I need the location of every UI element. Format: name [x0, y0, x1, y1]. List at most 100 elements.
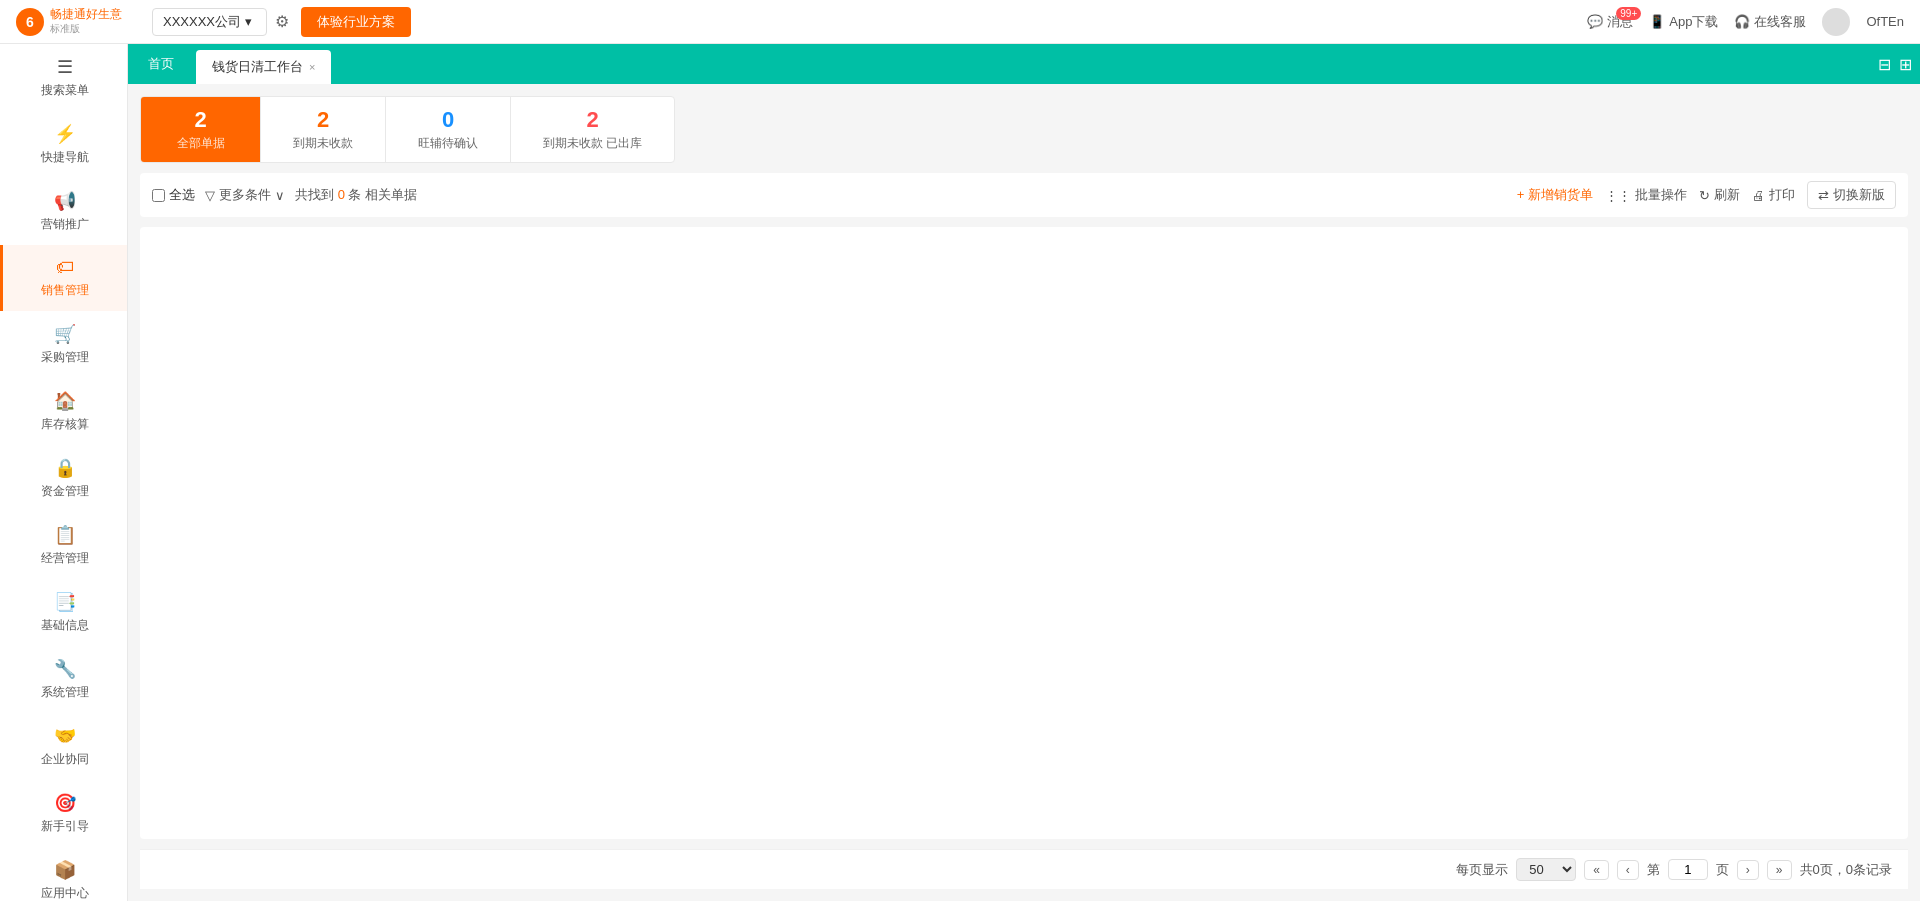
main-layout: ☰ 搜索菜单 ⚡ 快捷导航 📢 营销推广 🏷 销售管理 🛒 采购管理 🏠 库存核…: [0, 44, 1920, 901]
main-content: 首页 钱货日清工作台 × ⊟ ⊞ 2 全部单据 2 到期未收款 0 旺辅待确认 …: [128, 44, 1920, 901]
sidebar-item-cooperation[interactable]: 🤝 企业协同: [0, 713, 127, 780]
page-label: 第: [1647, 861, 1660, 879]
stats-tabs: 2 全部单据 2 到期未收款 0 旺辅待确认 2 到期未收款 已出库: [140, 96, 675, 163]
online-service-button[interactable]: 🎧 在线客服: [1734, 13, 1806, 31]
app-download-label: App下载: [1669, 13, 1718, 31]
app-version: 标准版: [50, 22, 122, 36]
select-all-checkbox[interactable]: 全选: [152, 186, 195, 204]
stats-num-0: 2: [194, 107, 206, 133]
add-sales-order-button[interactable]: + 新增销货单: [1517, 186, 1593, 204]
tab-label: 钱货日清工作台: [212, 58, 303, 76]
pagination: 每页显示 50 100 200 « ‹ 第 页 › » 共0页，0条记录: [140, 849, 1908, 889]
app-download-button[interactable]: 📱 App下载: [1649, 13, 1718, 31]
stats-label-2: 旺辅待确认: [418, 135, 478, 152]
app-center-icon: 📦: [54, 859, 76, 881]
messages-button[interactable]: 💬 消息 99+: [1587, 13, 1633, 31]
toolbar: 全选 ▽ 更多条件 ∨ 共找到 0 条 相关单据 + 新增销货单: [140, 173, 1908, 217]
stats-tab-1[interactable]: 2 到期未收款: [261, 97, 386, 162]
stats-tab-0[interactable]: 2 全部单据: [141, 97, 261, 162]
count-unit: 条: [348, 187, 361, 202]
username: OfTEn: [1866, 14, 1904, 29]
filter-label: 更多条件: [219, 186, 271, 204]
sidebar-item-basic-info[interactable]: 📑 基础信息: [0, 579, 127, 646]
top-bar: 6 畅捷通好生意 标准版 XXXXXX公司 ▾ ⚙ 体验行业方案 💬 消息 99…: [0, 0, 1920, 44]
sidebar-item-purchase[interactable]: 🛒 采购管理: [0, 311, 127, 378]
sidebar-item-label: 基础信息: [41, 617, 89, 634]
page-number-input[interactable]: [1668, 859, 1708, 880]
per-page-select[interactable]: 50 100 200: [1516, 858, 1576, 881]
finance-icon: 🔒: [54, 457, 76, 479]
page-content: 2 全部单据 2 到期未收款 0 旺辅待确认 2 到期未收款 已出库 全选 ▽ …: [128, 84, 1920, 901]
count-text: 共找到 0 条 相关单据: [295, 186, 417, 204]
active-tab[interactable]: 钱货日清工作台 ×: [196, 50, 331, 84]
sidebar-item-app-center[interactable]: 📦 应用中心: [0, 847, 127, 901]
sidebar-item-label: 系统管理: [41, 684, 89, 701]
table-area: [140, 227, 1908, 839]
service-icon: 🎧: [1734, 14, 1750, 29]
sidebar-item-label: 营销推广: [41, 216, 89, 233]
sidebar-item-inventory[interactable]: 🏠 库存核算: [0, 378, 127, 445]
chevron-down-icon: ▾: [245, 14, 252, 29]
per-page-label: 每页显示: [1456, 861, 1508, 879]
online-service-label: 在线客服: [1754, 13, 1806, 31]
switch-label: 切换新版: [1833, 186, 1885, 204]
filter-icon: ▽: [205, 188, 215, 203]
select-all-input[interactable]: [152, 189, 165, 202]
next-page-button[interactable]: ›: [1737, 860, 1759, 880]
system-icon: 🔧: [54, 658, 76, 680]
sales-icon: 🏷: [56, 257, 74, 278]
batch-operation-button[interactable]: ⋮⋮ 批量操作: [1605, 186, 1687, 204]
prev-page-button[interactable]: ‹: [1617, 860, 1639, 880]
refresh-button[interactable]: ↻ 刷新: [1699, 186, 1740, 204]
sidebar-item-sales[interactable]: 🏷 销售管理: [0, 245, 127, 311]
company-selector[interactable]: XXXXXX公司 ▾: [152, 8, 267, 36]
sidebar-item-system[interactable]: 🔧 系统管理: [0, 646, 127, 713]
sidebar-item-operations[interactable]: 📋 经营管理: [0, 512, 127, 579]
last-page-button[interactable]: »: [1767, 860, 1792, 880]
stats-num-2: 0: [442, 107, 454, 133]
total-records: 共0页，0条记录: [1800, 861, 1892, 879]
sidebar-item-finance[interactable]: 🔒 资金管理: [0, 445, 127, 512]
print-button[interactable]: 🖨 打印: [1752, 186, 1795, 204]
avatar[interactable]: [1822, 8, 1850, 36]
messages-badge: 99+: [1616, 7, 1641, 20]
purchase-icon: 🛒: [54, 323, 76, 345]
marketing-icon: 📢: [54, 190, 76, 212]
batch-label: 批量操作: [1635, 186, 1687, 204]
tab-bar: 首页 钱货日清工作台 × ⊟ ⊞: [128, 44, 1920, 84]
guide-icon: 🎯: [54, 792, 76, 814]
settings-button[interactable]: ⚙: [275, 12, 289, 31]
download-icon: 📱: [1649, 14, 1665, 29]
stats-num-3: 2: [587, 107, 599, 133]
switch-version-button[interactable]: ⇄ 切换新版: [1807, 181, 1896, 209]
app-name: 畅捷通好生意: [50, 7, 122, 23]
top-right-actions: 💬 消息 99+ 📱 App下载 🎧 在线客服 OfTEn: [1587, 8, 1904, 36]
stats-num-1: 2: [317, 107, 329, 133]
sidebar-item-label: 搜索菜单: [41, 82, 89, 99]
search-menu-icon: ☰: [57, 56, 73, 78]
trial-button[interactable]: 体验行业方案: [301, 7, 411, 37]
sidebar-item-marketing[interactable]: 📢 营销推广: [0, 178, 127, 245]
page-suffix: 页: [1716, 861, 1729, 879]
filter-button[interactable]: ▽ 更多条件 ∨: [205, 186, 285, 204]
stats-tab-2[interactable]: 0 旺辅待确认: [386, 97, 511, 162]
stats-tab-3[interactable]: 2 到期未收款 已出库: [511, 97, 674, 162]
tab-close-button[interactable]: ×: [309, 61, 315, 73]
sidebar-item-label: 库存核算: [41, 416, 89, 433]
home-tab[interactable]: 首页: [128, 44, 194, 84]
print-label: 打印: [1769, 186, 1795, 204]
refresh-icon: ↻: [1699, 188, 1710, 203]
message-icon: 💬: [1587, 14, 1603, 29]
sidebar-item-quick-nav[interactable]: ⚡ 快捷导航: [0, 111, 127, 178]
sidebar-item-search-menu[interactable]: ☰ 搜索菜单: [0, 44, 127, 111]
sidebar-item-guide[interactable]: 🎯 新手引导: [0, 780, 127, 847]
minimize-button[interactable]: ⊟: [1878, 55, 1891, 74]
sidebar-item-label: 快捷导航: [41, 149, 89, 166]
print-icon: 🖨: [1752, 188, 1765, 203]
maximize-button[interactable]: ⊞: [1899, 55, 1912, 74]
sidebar-item-label: 经营管理: [41, 550, 89, 567]
sidebar-item-label: 新手引导: [41, 818, 89, 835]
first-page-button[interactable]: «: [1584, 860, 1609, 880]
filter-chevron-icon: ∨: [275, 188, 285, 203]
company-name: XXXXXX公司: [163, 13, 241, 31]
